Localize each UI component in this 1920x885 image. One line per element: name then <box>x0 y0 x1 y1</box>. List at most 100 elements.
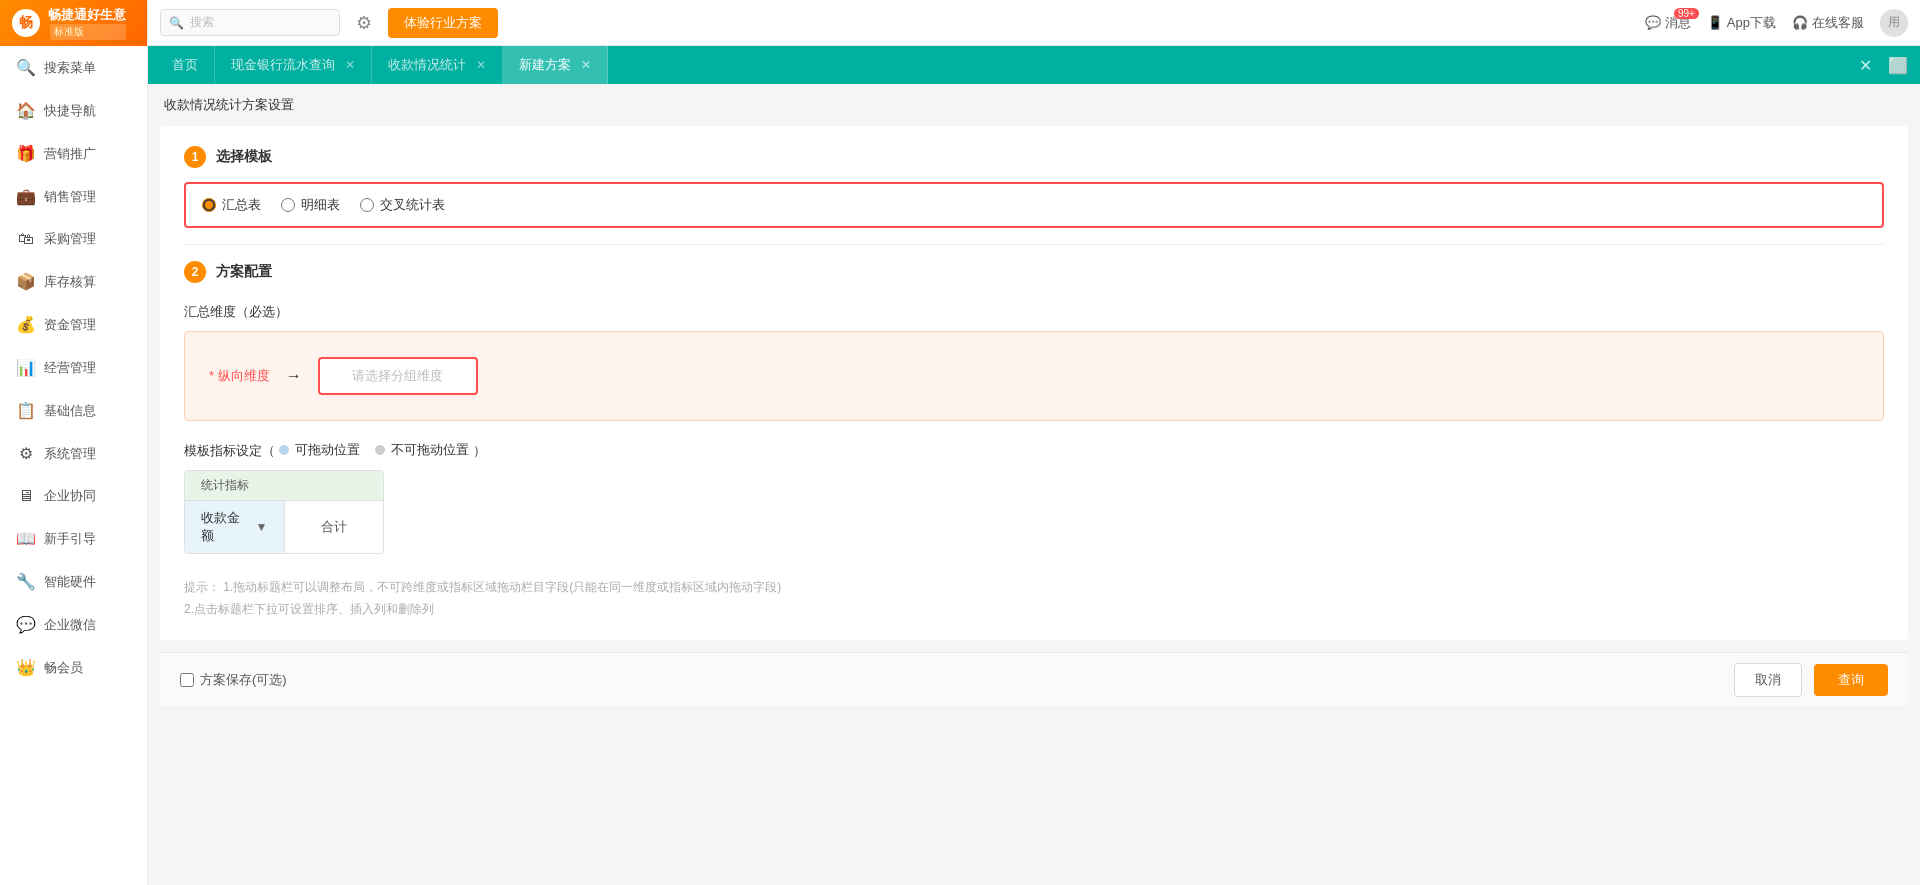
finance-icon: 💰 <box>16 315 36 334</box>
fixed-dot <box>375 445 385 455</box>
chevron-down-icon[interactable]: ▼ <box>256 520 268 534</box>
metrics-section: 模板指标设定（ 可拖动位置 不可拖动位置 ） 统计指标 收款金额 <box>184 441 1884 557</box>
radio-cross[interactable]: 交叉统计表 <box>360 196 445 214</box>
wechat-icon: 💬 <box>16 615 36 634</box>
search-box[interactable]: 🔍 搜索 <box>160 9 340 36</box>
movable-dot <box>279 445 289 455</box>
search-icon-top: 🔍 <box>169 16 184 30</box>
tab-cash-bank[interactable]: 现金银行流水查询 ✕ <box>215 46 372 84</box>
collab-icon: 🖥 <box>16 487 36 505</box>
close-window-icon[interactable]: ✕ <box>1855 52 1876 79</box>
sidebar-item-newbie[interactable]: 📖 新手引导 <box>0 517 147 560</box>
sidebar-item-quick-nav[interactable]: 🏠 快捷导航 <box>0 89 147 132</box>
topbar: 🔍 搜索 ⚙ 体验行业方案 💬 消息 99+ 📱 App下载 🎧 在线客服 用 <box>148 0 1920 46</box>
sidebar-item-member[interactable]: 👑 畅会员 <box>0 646 147 689</box>
online-service-button[interactable]: 🎧 在线客服 <box>1792 14 1864 32</box>
sidebar-item-operation[interactable]: 📊 经营管理 <box>0 346 147 389</box>
tab-receipt-stat[interactable]: 收款情况统计 ✕ <box>372 46 503 84</box>
sidebar-item-smart-hw[interactable]: 🔧 智能硬件 <box>0 560 147 603</box>
step2-header: 2 方案配置 <box>184 261 1884 283</box>
chart-icon: 📊 <box>16 358 36 377</box>
gear-icon: ⚙ <box>16 444 36 463</box>
logo-text: 畅捷通好生意 标准版 <box>48 6 126 40</box>
sidebar-item-inventory[interactable]: 📦 库存核算 <box>0 260 147 303</box>
main-area: 🔍 搜索 ⚙ 体验行业方案 💬 消息 99+ 📱 App下载 🎧 在线客服 用 … <box>148 0 1920 885</box>
gift-icon: 🎁 <box>16 144 36 163</box>
trial-button[interactable]: 体验行业方案 <box>388 8 498 38</box>
metrics-row: 收款金额 ▼ 合计 <box>185 501 383 553</box>
message-badge: 99+ <box>1674 8 1699 19</box>
divider1 <box>184 244 1884 245</box>
sidebar-item-marketing[interactable]: 🎁 营销推广 <box>0 132 147 175</box>
search-icon: 🔍 <box>16 58 36 77</box>
tab-new-plan[interactable]: 新建方案 ✕ <box>503 46 608 84</box>
step2-badge: 2 <box>184 261 206 283</box>
metrics-legend: 可拖动位置 不可拖动位置 <box>279 441 470 459</box>
step1-title: 选择模板 <box>216 148 272 166</box>
sidebar-item-search-menu[interactable]: 🔍 搜索菜单 <box>0 46 147 89</box>
sidebar-item-basic-info[interactable]: 📋 基础信息 <box>0 389 147 432</box>
inventory-icon: 📦 <box>16 272 36 291</box>
tab-close-receipt-stat[interactable]: ✕ <box>476 58 486 72</box>
radio-cross-input[interactable] <box>360 198 374 212</box>
sidebar-item-finance[interactable]: 💰 资金管理 <box>0 303 147 346</box>
sales-icon: 💼 <box>16 187 36 206</box>
dim-select-box[interactable]: 请选择分组维度 <box>318 357 478 395</box>
info-icon: 📋 <box>16 401 36 420</box>
settings-icon[interactable]: ⚙ <box>352 8 376 38</box>
radio-detail[interactable]: 明细表 <box>281 196 340 214</box>
logo-icon: 畅 <box>12 9 40 37</box>
cancel-button[interactable]: 取消 <box>1734 663 1802 697</box>
radio-summary-input[interactable] <box>202 198 216 212</box>
dimension-area: * 纵向维度 → 请选择分组维度 <box>184 331 1884 421</box>
maximize-window-icon[interactable]: ⬜ <box>1884 52 1912 79</box>
search-placeholder: 搜索 <box>190 14 214 31</box>
sidebar-item-sys-mgmt[interactable]: ⚙ 系统管理 <box>0 432 147 475</box>
sidebar-item-corp-collab[interactable]: 🖥 企业协同 <box>0 475 147 517</box>
metrics-table: 统计指标 收款金额 ▼ 合计 <box>184 470 384 554</box>
page-title: 收款情况统计方案设置 <box>160 96 1908 114</box>
user-avatar[interactable]: 用 <box>1880 9 1908 37</box>
member-icon: 👑 <box>16 658 36 677</box>
hw-icon: 🔧 <box>16 572 36 591</box>
save-checkbox[interactable] <box>180 673 194 687</box>
template-section: 汇总表 明细表 交叉统计表 <box>184 182 1884 228</box>
metrics-header: 统计指标 <box>185 471 383 501</box>
service-icon: 🎧 <box>1792 15 1808 30</box>
tab-close-new-plan[interactable]: ✕ <box>581 58 591 72</box>
radio-summary[interactable]: 汇总表 <box>202 196 261 214</box>
sidebar-item-purchase[interactable]: 🛍 采购管理 <box>0 218 147 260</box>
message-button[interactable]: 💬 消息 99+ <box>1645 14 1691 32</box>
vertical-dim-label: * 纵向维度 <box>209 367 270 385</box>
download-icon: 📱 <box>1707 15 1723 30</box>
metrics-cell-amount[interactable]: 收款金额 ▼ <box>185 501 285 553</box>
sidebar-item-sales[interactable]: 💼 销售管理 <box>0 175 147 218</box>
step1-badge: 1 <box>184 146 206 168</box>
purchase-icon: 🛍 <box>16 230 36 248</box>
step2-title: 方案配置 <box>216 263 272 281</box>
tab-window-controls: ✕ ⬜ <box>1855 52 1912 79</box>
main-card: 1 选择模板 汇总表 明细表 交叉统计表 <box>160 126 1908 640</box>
metrics-title: 模板指标设定（ 可拖动位置 不可拖动位置 ） <box>184 441 1884 460</box>
metrics-cell-total: 合计 <box>285 510 384 544</box>
dimension-config: 汇总维度（必选） * 纵向维度 → 请选择分组维度 <box>184 303 1884 421</box>
book-icon: 📖 <box>16 529 36 548</box>
save-option[interactable]: 方案保存(可选) <box>180 671 287 689</box>
sidebar-item-corp-wechat[interactable]: 💬 企业微信 <box>0 603 147 646</box>
query-button[interactable]: 查询 <box>1814 664 1888 696</box>
step1-header: 1 选择模板 <box>184 146 1884 168</box>
template-radio-group: 汇总表 明细表 交叉统计表 <box>202 196 445 214</box>
bottom-bar: 方案保存(可选) 取消 查询 <box>160 652 1908 706</box>
tab-home[interactable]: 首页 <box>156 46 215 84</box>
home-icon: 🏠 <box>16 101 36 120</box>
content-area: 收款情况统计方案设置 1 选择模板 汇总表 明细表 <box>148 84 1920 885</box>
tab-close-cash-bank[interactable]: ✕ <box>345 58 355 72</box>
tips-section: 提示： 1.拖动标题栏可以调整布局，不可跨维度或指标区域拖动栏目字段(只能在同一… <box>184 577 1884 620</box>
message-icon: 💬 <box>1645 15 1661 30</box>
app-download-button[interactable]: 📱 App下载 <box>1707 14 1776 32</box>
arrow-icon: → <box>286 367 302 385</box>
sidebar-logo: 畅 畅捷通好生意 标准版 <box>0 0 147 46</box>
topbar-right: 💬 消息 99+ 📱 App下载 🎧 在线客服 用 <box>1645 9 1908 37</box>
dimension-title: 汇总维度（必选） <box>184 303 1884 321</box>
radio-detail-input[interactable] <box>281 198 295 212</box>
